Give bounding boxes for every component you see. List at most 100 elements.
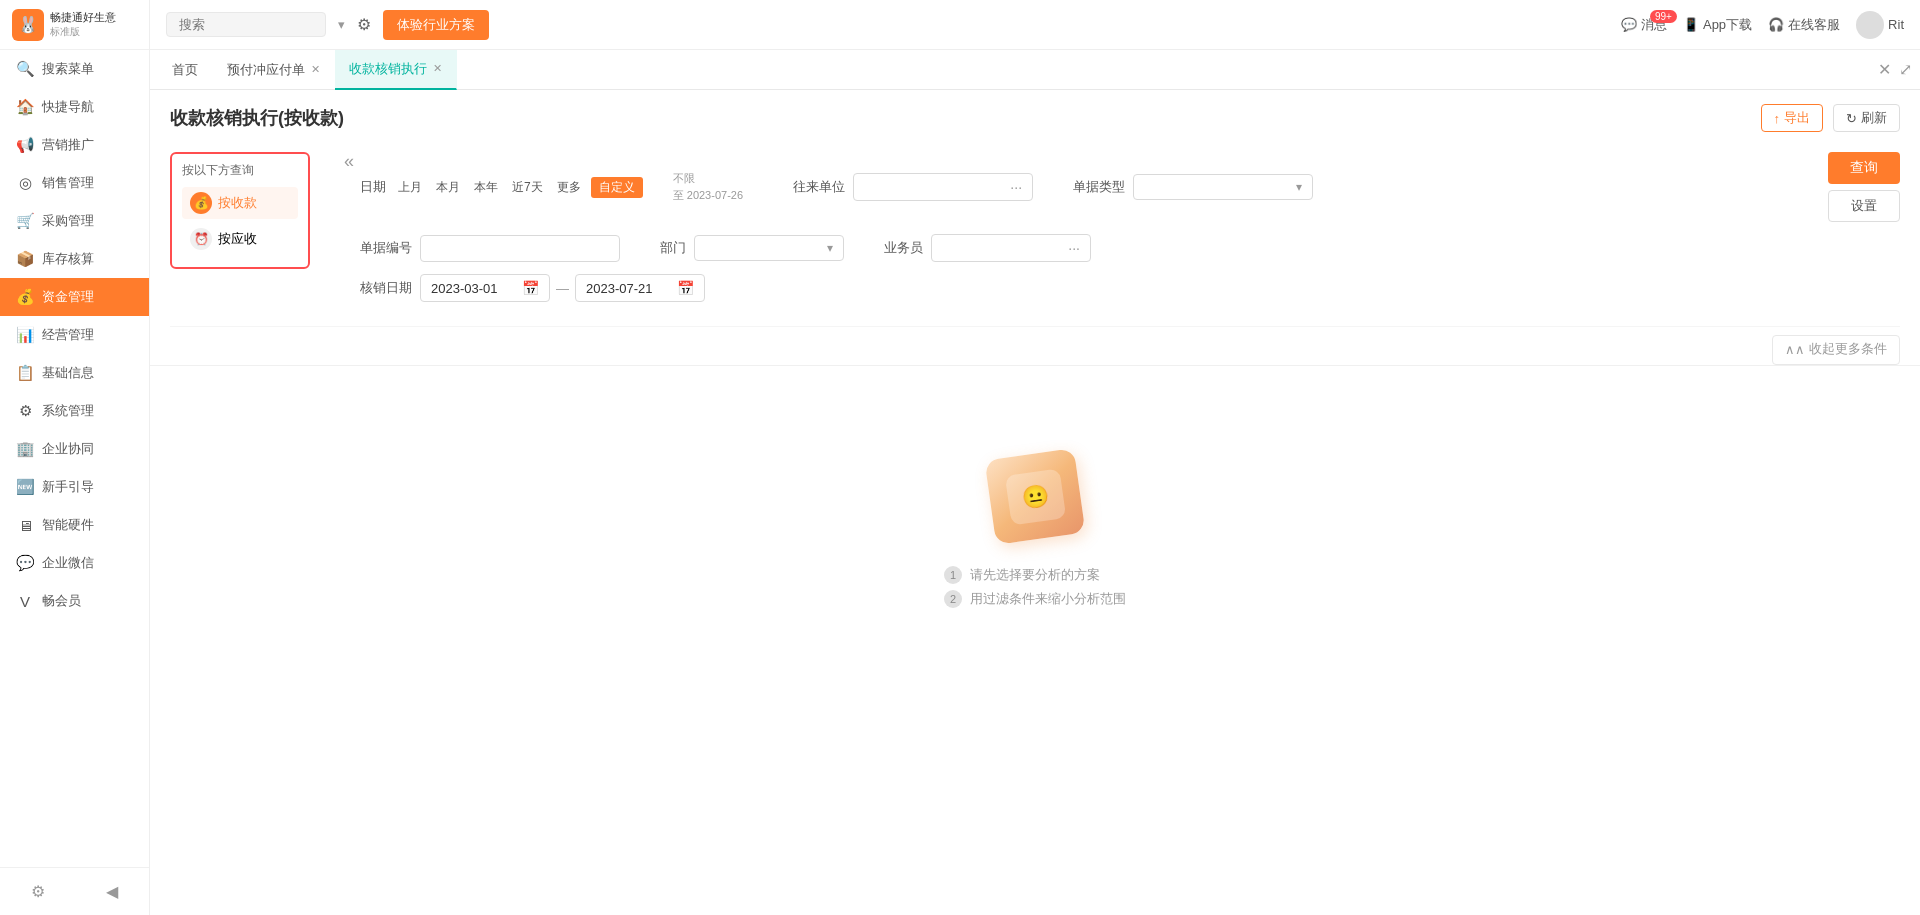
sidebar-bottom: ⚙ ◀ — [0, 867, 149, 915]
staff-select[interactable]: ··· — [931, 234, 1091, 262]
expand-icon[interactable]: ⤢ — [1899, 60, 1912, 79]
dept-select[interactable]: ▾ — [694, 235, 844, 261]
counterpart-select[interactable]: ··· — [853, 173, 1033, 201]
tab-bar-actions: ✕ ⤢ — [1878, 60, 1912, 79]
filter-by-receivable[interactable]: ⏰ 按应收 — [182, 223, 298, 255]
receivable-icon: ⏰ — [190, 228, 212, 250]
user-avatar-area[interactable]: Rit — [1856, 11, 1904, 39]
filter-by-receipt-label: 按收款 — [218, 194, 257, 212]
sidebar-item-wechat[interactable]: 💬 企业微信 — [0, 544, 149, 582]
query-actions: 查询 设置 — [1828, 152, 1900, 222]
message-btn[interactable]: 💬 消息 99+ — [1621, 16, 1667, 34]
service-icon: 🎧 — [1768, 17, 1784, 32]
date-this-year[interactable]: 本年 — [470, 177, 502, 198]
header-search-input[interactable] — [166, 12, 326, 37]
sidebar-item-basic[interactable]: 📋 基础信息 — [0, 354, 149, 392]
date-last-month[interactable]: 上月 — [394, 177, 426, 198]
inventory-icon: 📦 — [16, 250, 34, 268]
filter-by-receipt[interactable]: 💰 按收款 — [182, 187, 298, 219]
sidebar-item-purchase[interactable]: 🛒 采购管理 — [0, 202, 149, 240]
tab-receipt-label: 收款核销执行 — [349, 60, 427, 78]
app-download-btn[interactable]: 📱 App下载 — [1683, 16, 1752, 34]
filter-divider: ∧∧ 收起更多条件 — [170, 326, 1900, 365]
query-button[interactable]: 查询 — [1828, 152, 1900, 184]
export-button[interactable]: ↑ 导出 — [1761, 104, 1824, 132]
collapse-conditions-btn[interactable]: ∧∧ 收起更多条件 — [1772, 335, 1900, 365]
sidebar-item-hardware[interactable]: 🖥 智能硬件 — [0, 506, 149, 544]
sidebar-label-member: 畅会员 — [42, 592, 81, 610]
date-custom-tag[interactable]: 自定义 — [591, 177, 643, 198]
staff-ellipsis[interactable]: ··· — [1068, 240, 1080, 256]
page-content: 收款核销执行(按收款) ↑ 导出 ↻ 刷新 — [150, 90, 1920, 915]
sidebar-item-system[interactable]: ⚙ 系统管理 — [0, 392, 149, 430]
sidebar-item-marketing[interactable]: 📢 营销推广 — [0, 126, 149, 164]
date-separator: — — [556, 281, 569, 296]
sidebar-label-system: 系统管理 — [42, 402, 94, 420]
tab-prepay-close[interactable]: ✕ — [311, 64, 320, 75]
service-btn[interactable]: 🎧 在线客服 — [1768, 16, 1840, 34]
chevron-down-icon[interactable]: ▾ — [338, 17, 345, 32]
industry-btn[interactable]: 体验行业方案 — [383, 10, 489, 40]
filter-type-box: 按以下方查询 💰 按收款 ⏰ 按应收 — [170, 152, 310, 269]
filter-row-3: 核销日期 2023-03-01 📅 — 2023-07-21 — [360, 274, 1900, 302]
empty-face-emoji: 😐 — [1020, 481, 1050, 511]
counterpart-field: 往来单位 ··· — [793, 173, 1033, 201]
tab-receipt-close[interactable]: ✕ — [433, 63, 442, 74]
setting-button[interactable]: 设置 — [1828, 190, 1900, 222]
main-content: ▾ ⚙ 体验行业方案 💬 消息 99+ 📱 App下载 🎧 在线客服 Rit — [150, 0, 1920, 915]
filter-collapse-icon[interactable]: « — [338, 152, 360, 170]
tab-home[interactable]: 首页 — [158, 50, 213, 90]
member-icon: V — [16, 593, 34, 610]
dept-field: 部门 ▾ — [660, 235, 844, 261]
refresh-button[interactable]: ↻ 刷新 — [1833, 104, 1900, 132]
sidebar-logo: 🐰 畅捷通好生意 标准版 — [0, 0, 149, 50]
guide-icon: 🆕 — [16, 478, 34, 496]
verify-date-end-input[interactable]: 2023-07-21 📅 — [575, 274, 705, 302]
counterpart-label: 往来单位 — [793, 178, 845, 196]
settings-bottom-icon[interactable]: ⚙ — [25, 876, 51, 907]
logo-name: 畅捷通好生意 — [50, 10, 116, 24]
doc-no-input[interactable] — [420, 235, 620, 262]
empty-tip-1: 1 请先选择要分析的方案 — [944, 566, 1126, 584]
staff-field: 业务员 ··· — [884, 234, 1091, 262]
filter-row-2: 单据编号 部门 ▾ 业务员 — [360, 234, 1900, 262]
doc-no-label: 单据编号 — [360, 239, 412, 257]
sidebar-item-sales[interactable]: ◎ 销售管理 — [0, 164, 149, 202]
date-this-month[interactable]: 本月 — [432, 177, 464, 198]
sidebar-item-enterprise[interactable]: 🏢 企业协同 — [0, 430, 149, 468]
sidebar-item-operation[interactable]: 📊 经营管理 — [0, 316, 149, 354]
staff-label: 业务员 — [884, 239, 923, 257]
sidebar-item-finance[interactable]: 💰 资金管理 — [0, 278, 149, 316]
sidebar-item-search[interactable]: 🔍 搜索菜单 — [0, 50, 149, 88]
verify-date-start-value: 2023-03-01 — [431, 281, 498, 296]
dept-arrow: ▾ — [827, 241, 833, 255]
counterpart-ellipsis[interactable]: ··· — [1010, 179, 1022, 195]
close-all-icon[interactable]: ✕ — [1878, 60, 1891, 79]
filter-type-title: 按以下方查询 — [182, 162, 298, 179]
export-label: 导出 — [1784, 109, 1810, 127]
tip-num-1: 1 — [944, 566, 962, 584]
date-more[interactable]: 更多 — [553, 177, 585, 198]
tab-prepay[interactable]: 预付冲应付单 ✕ — [213, 50, 335, 90]
collapse-up-icon: ∧∧ — [1785, 342, 1805, 357]
system-icon: ⚙ — [16, 402, 34, 420]
calendar-end-icon: 📅 — [677, 280, 694, 296]
empty-tip-2: 2 用过滤条件来缩小分析范围 — [944, 590, 1126, 608]
date-7days[interactable]: 近7天 — [508, 177, 547, 198]
sidebar-item-inventory[interactable]: 📦 库存核算 — [0, 240, 149, 278]
sidebar-item-member[interactable]: V 畅会员 — [0, 582, 149, 620]
gear-icon[interactable]: ⚙ — [357, 15, 371, 34]
sidebar-item-quick[interactable]: 🏠 快捷导航 — [0, 88, 149, 126]
sidebar-item-guide[interactable]: 🆕 新手引导 — [0, 468, 149, 506]
collapse-sidebar-icon[interactable]: ◀ — [100, 876, 124, 907]
sales-icon: ◎ — [16, 174, 34, 192]
logo-tag: 标准版 — [50, 25, 116, 39]
doc-type-select[interactable]: ▾ — [1133, 174, 1313, 200]
header-left: ▾ ⚙ 体验行业方案 — [166, 10, 489, 40]
sidebar-label-quick: 快捷导航 — [42, 98, 94, 116]
filter-row-1: 日期 上月 本月 本年 近7天 更多 自定义 — [360, 152, 1900, 222]
sidebar-label-inventory: 库存核算 — [42, 250, 94, 268]
tab-receipt[interactable]: 收款核销执行 ✕ — [335, 50, 457, 90]
verify-date-start-input[interactable]: 2023-03-01 📅 — [420, 274, 550, 302]
finance-icon: 💰 — [16, 288, 34, 306]
